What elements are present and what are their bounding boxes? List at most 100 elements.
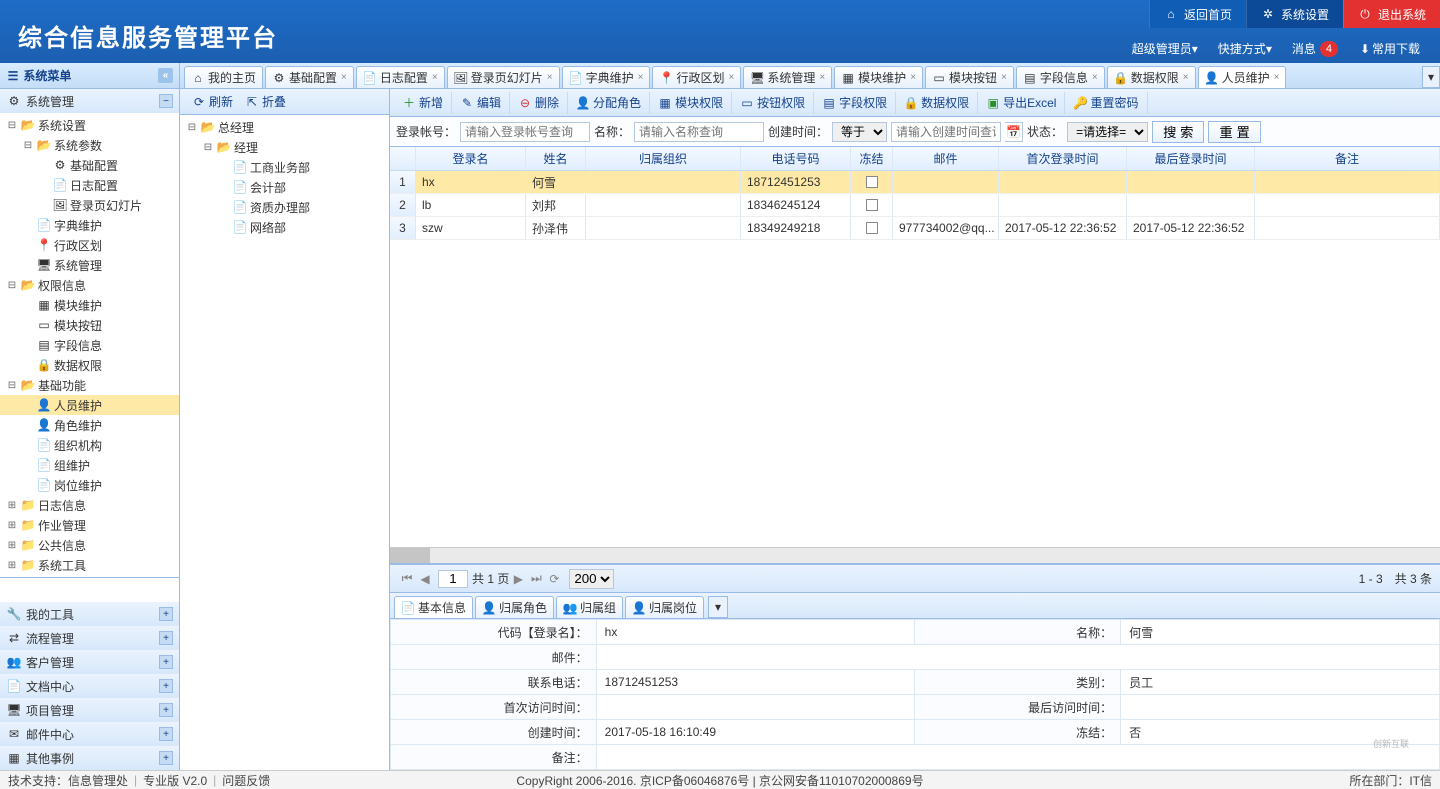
node-mod-maint[interactable]: ▦模块维护 [0, 295, 179, 315]
op-select[interactable]: 等于 [832, 122, 887, 142]
tab-basic-info[interactable]: 📄基本信息 [394, 596, 473, 618]
acc-mytools[interactable]: 🔧我的工具+ [0, 602, 179, 626]
tab-dataperm[interactable]: 🔒数据权限× [1107, 66, 1196, 88]
node-sys-set[interactable]: ⊟📂系统设置 [0, 115, 179, 135]
h-scrollbar[interactable] [390, 547, 1440, 563]
tab-dict[interactable]: 📄字典维护× [562, 66, 651, 88]
minus-icon[interactable]: ⊟ [20, 140, 36, 151]
close-icon[interactable]: × [638, 72, 644, 83]
tab-fieldinfo[interactable]: ▤字段信息× [1016, 66, 1105, 88]
status-select[interactable]: =请选择= [1067, 122, 1148, 142]
field-perm-button[interactable]: ▤字段权限 [814, 92, 896, 114]
node-role-maint[interactable]: 👤角色维护 [0, 415, 179, 435]
node-post-maint[interactable]: 📄岗位维护 [0, 475, 179, 495]
acc-mail[interactable]: ✉邮件中心+ [0, 722, 179, 746]
search-button[interactable]: 搜 索 [1152, 121, 1204, 143]
node-job-mgmt[interactable]: ⊞📁作业管理 [0, 515, 179, 535]
acc-sysmgmt[interactable]: ⚙ 系统管理 − [0, 89, 179, 113]
export-excel-button[interactable]: ▣导出Excel [978, 92, 1065, 114]
node-mod-btn[interactable]: ▭模块按钮 [0, 315, 179, 335]
tab-group[interactable]: 👥归属组 [556, 596, 623, 618]
node-data-perm[interactable]: 🔒数据权限 [0, 355, 179, 375]
expand-icon[interactable]: + [159, 679, 173, 693]
acc-customer[interactable]: 👥客户管理+ [0, 650, 179, 674]
col-name[interactable]: 姓名 [526, 147, 586, 170]
acc-project[interactable]: 🖥项目管理+ [0, 698, 179, 722]
plus-icon[interactable]: ⊞ [4, 500, 20, 511]
close-icon[interactable]: × [1092, 72, 1098, 83]
close-icon[interactable]: × [1274, 72, 1280, 83]
node-base-cfg[interactable]: ⚙基础配置 [0, 155, 179, 175]
quick-menu[interactable]: 快捷方式 ▾ [1208, 40, 1282, 57]
org-mgr[interactable]: ⊟📂经理 [180, 137, 389, 157]
tab-modbtn[interactable]: ▭模块按钮× [925, 66, 1014, 88]
tab-sysmgmt[interactable]: 🖥系统管理× [743, 66, 832, 88]
page-input[interactable] [438, 570, 468, 588]
node-org-maint[interactable]: 📄组维护 [0, 455, 179, 475]
calendar-icon[interactable]: 📅 [1005, 122, 1023, 142]
org-dept-2[interactable]: 📄资质办理部 [180, 197, 389, 217]
close-icon[interactable]: × [910, 72, 916, 83]
data-perm-button[interactable]: 🔒数据权限 [896, 92, 978, 114]
page-last[interactable]: ⏭ [527, 570, 545, 588]
tab-loginslide[interactable]: 🖼登录页幻灯片× [447, 66, 560, 88]
expand-icon[interactable]: + [159, 607, 173, 621]
tab-home[interactable]: ⌂我的主页 [184, 66, 263, 88]
close-icon[interactable]: × [819, 72, 825, 83]
page-size-select[interactable]: 200 [569, 569, 614, 589]
minus-icon[interactable]: ⊟ [4, 280, 20, 291]
acc-flow[interactable]: ⇄流程管理+ [0, 626, 179, 650]
expand-icon[interactable]: + [159, 751, 173, 765]
acc-other[interactable]: ▦其他事例+ [0, 746, 179, 770]
add-button[interactable]: ＋新增 [394, 92, 452, 114]
col-note[interactable]: 备注 [1255, 147, 1440, 170]
table-row[interactable]: 3 szw 孙泽伟 18349249218 977734002@qq... 20… [390, 217, 1440, 240]
close-icon[interactable]: × [1183, 72, 1189, 83]
exit-button[interactable]: ⏻退出系统 [1343, 0, 1440, 28]
acc-docs[interactable]: 📄文档中心+ [0, 674, 179, 698]
node-public-info[interactable]: ⊞📁公共信息 [0, 535, 179, 555]
close-icon[interactable]: × [432, 72, 438, 83]
collapse-button[interactable]: ⇱折叠 [239, 93, 292, 110]
edit-button[interactable]: ✎编辑 [452, 92, 510, 114]
delete-button[interactable]: ⊖删除 [510, 92, 568, 114]
node-login-slide[interactable]: 🖼登录页幻灯片 [0, 195, 179, 215]
node-user-maint[interactable]: 👤人员维护 [0, 395, 179, 415]
plus-icon[interactable]: ⊞ [4, 540, 20, 551]
collapse-icon[interactable]: − [159, 94, 173, 108]
messages-button[interactable]: 消息4 [1282, 40, 1348, 57]
user-menu[interactable]: 超级管理员 ▾ [1122, 40, 1208, 57]
close-icon[interactable]: × [1001, 72, 1007, 83]
tab-modmaint[interactable]: ▦模块维护× [834, 66, 923, 88]
col-org[interactable]: 归属组织 [586, 147, 741, 170]
org-dept-0[interactable]: 📄工商业务部 [180, 157, 389, 177]
page-refresh[interactable]: ⟳ [545, 570, 563, 588]
col-login[interactable]: 登录名 [416, 147, 526, 170]
tab-role[interactable]: 👤归属角色 [475, 596, 554, 618]
name-input[interactable] [634, 122, 764, 142]
col-mail[interactable]: 邮件 [893, 147, 999, 170]
checkbox[interactable] [866, 222, 878, 234]
page-next[interactable]: ▶ [509, 570, 527, 588]
reset-pwd-button[interactable]: 🔑重置密码 [1065, 92, 1147, 114]
node-field-info[interactable]: ▤字段信息 [0, 335, 179, 355]
node-log-info[interactable]: ⊞📁日志信息 [0, 495, 179, 515]
minus-icon[interactable]: ⊟ [4, 120, 20, 131]
footer-feedback[interactable]: 问题反馈 [222, 772, 270, 789]
login-input[interactable] [460, 122, 590, 142]
plus-icon[interactable]: ⊞ [4, 520, 20, 531]
table-row[interactable]: 1 hx 何雪 18712451253 [390, 171, 1440, 194]
scrollbar-thumb[interactable] [390, 548, 430, 563]
refresh-button[interactable]: ⟳刷新 [186, 93, 239, 110]
expand-icon[interactable]: + [159, 631, 173, 645]
expand-icon[interactable]: + [159, 727, 173, 741]
checkbox[interactable] [866, 176, 878, 188]
col-first[interactable]: 首次登录时间 [999, 147, 1127, 170]
tab-basecfg[interactable]: ⚙基础配置× [265, 66, 354, 88]
minus-icon[interactable]: ⊟ [184, 122, 200, 133]
close-icon[interactable]: × [728, 72, 734, 83]
download-button[interactable]: ⬇常用下载 [1348, 40, 1430, 57]
node-perm-info[interactable]: ⊟📂权限信息 [0, 275, 179, 295]
node-log-cfg[interactable]: 📄日志配置 [0, 175, 179, 195]
expand-icon[interactable]: + [159, 703, 173, 717]
